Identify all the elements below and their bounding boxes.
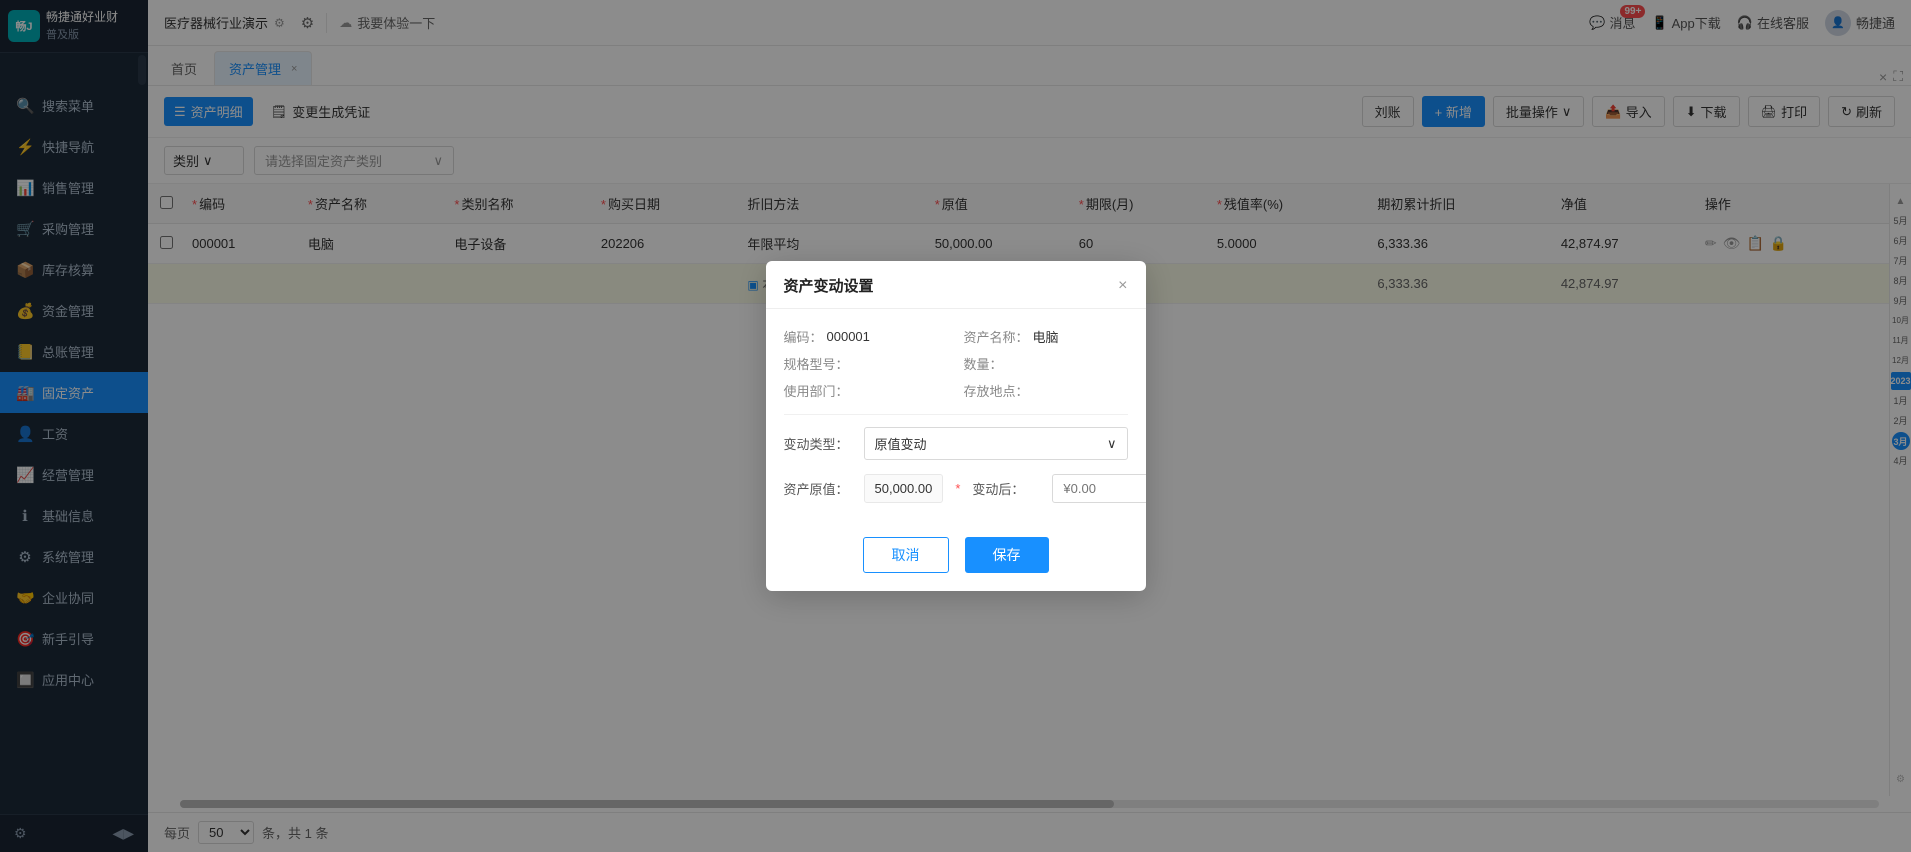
modal-change-type-label: 变动类型： [784,434,856,453]
modal-name-value: 电脑 [1033,327,1059,346]
modal-change-type-chevron-icon: ∨ [1107,436,1117,452]
modal-change-type-value: 原值变动 [875,434,927,453]
modal-title: 资产变动设置 [784,275,874,296]
modal-code-value: 000001 [827,329,870,344]
modal-spec-label: 规格型号： [784,354,849,373]
modal-location-label: 存放地点： [964,381,1029,400]
modal-info-grid: 编码： 000001 资产名称： 电脑 规格型号： 数量： 使用部门： [784,327,1128,400]
modal-name-label: 资产名称： [964,327,1029,346]
modal-divider [784,414,1128,415]
modal-quantity-label: 数量： [964,354,1003,373]
modal-cancel-btn[interactable]: 取消 [863,537,949,573]
modal-after-change-label: 变动后： [972,479,1044,498]
modal-spec-field: 规格型号： [784,354,948,373]
modal-change-type-field: 变动类型： 原值变动 ∨ [784,427,1128,460]
modal-change-type-select[interactable]: 原值变动 ∨ [864,427,1128,460]
modal-original-value-display: 50,000.00 [864,474,944,503]
modal-quantity-field: 数量： [964,354,1128,373]
modal-dept-label: 使用部门： [784,381,849,400]
modal-footer: 取消 保存 [766,527,1146,591]
modal-header: 资产变动设置 × [766,261,1146,309]
modal-overlay: 资产变动设置 × 编码： 000001 资产名称： 电脑 规格型号： 数量： [0,0,1911,852]
after-change-input[interactable] [1052,474,1145,503]
modal-dept-field: 使用部门： [784,381,948,400]
modal-code-field: 编码： 000001 [784,327,948,346]
modal-original-value-field: 资产原值： 50,000.00 * 变动后： [784,474,1128,503]
modal-original-value-label: 资产原值： [784,479,856,498]
modal-location-field: 存放地点： [964,381,1128,400]
modal-name-field: 资产名称： 电脑 [964,327,1128,346]
required-star: * [955,481,960,496]
modal-code-label: 编码： [784,327,823,346]
modal-save-btn[interactable]: 保存 [965,537,1049,573]
modal-close-btn[interactable]: × [1118,277,1127,295]
asset-change-modal: 资产变动设置 × 编码： 000001 资产名称： 电脑 规格型号： 数量： [766,261,1146,591]
modal-body: 编码： 000001 资产名称： 电脑 规格型号： 数量： 使用部门： [766,309,1146,527]
